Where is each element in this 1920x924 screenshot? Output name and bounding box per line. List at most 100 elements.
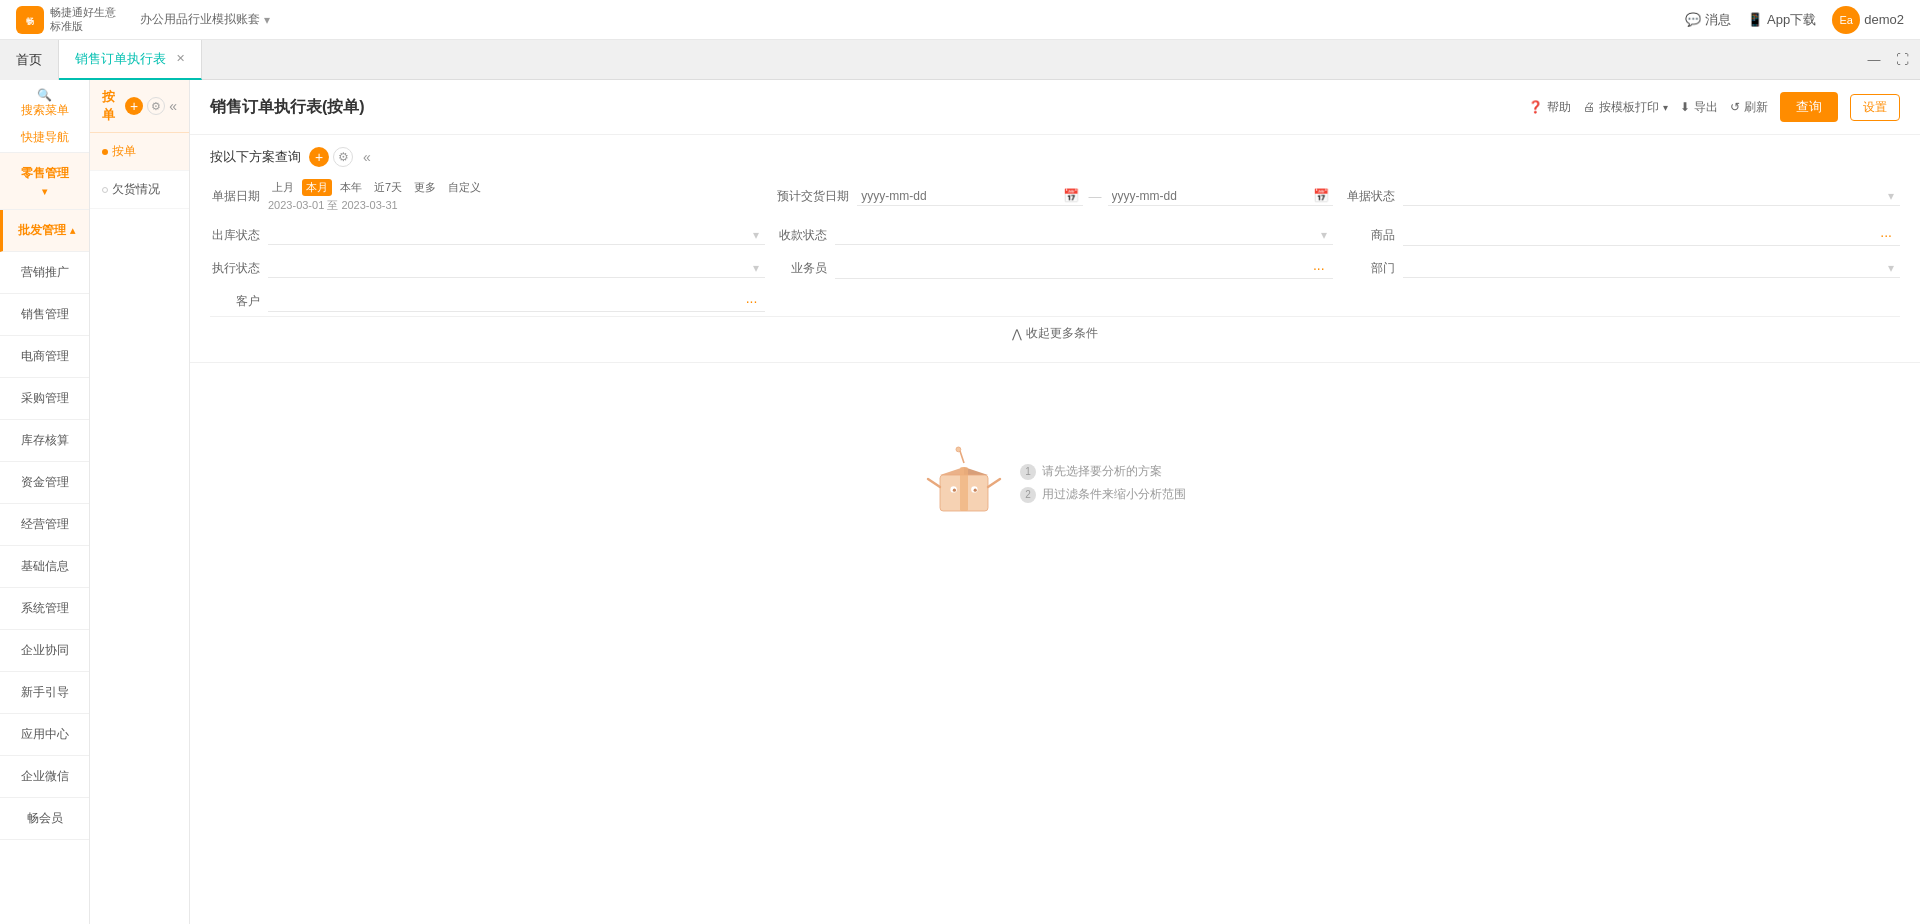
salesman-more-button[interactable]: ··· xyxy=(1309,260,1329,276)
help-label: 帮助 xyxy=(1547,99,1571,116)
tab-home[interactable]: 首页 xyxy=(0,40,59,80)
exec-status-label: 执行状态 xyxy=(210,260,260,277)
breadcrumb-arrow-icon: ▾ xyxy=(264,13,270,27)
filter-row-4: 客户 ··· xyxy=(210,291,1900,312)
date-btn-custom[interactable]: 自定义 xyxy=(444,179,485,196)
sidebar-item-wechat[interactable]: 企业微信 xyxy=(0,756,89,798)
page-content: 销售订单执行表(按单) ❓ 帮助 🖨 按模板打印 ▾ ⬇ 导出 xyxy=(190,80,1920,924)
page-title: 销售订单执行表(按单) xyxy=(210,97,365,118)
sub-sidebar-item-shortage[interactable]: 欠货情况 xyxy=(90,171,189,209)
filter-add-button[interactable]: + xyxy=(309,147,329,167)
dept-select[interactable]: ▾ xyxy=(1403,259,1900,278)
sub-sidebar-item-by-order[interactable]: 按单 xyxy=(90,133,189,171)
collection-status-label: 收款状态 xyxy=(777,227,827,244)
salesman-label: 业务员 xyxy=(777,260,827,277)
order-status-select[interactable]: ▾ xyxy=(1403,187,1900,206)
quick-nav-label: 快捷导航 xyxy=(21,130,69,144)
tab-sales-order[interactable]: 销售订单执行表 ✕ xyxy=(59,40,202,80)
delivery-status-select[interactable]: ▾ xyxy=(268,226,765,245)
breadcrumb-text: 办公用品行业模拟账套 xyxy=(140,11,260,28)
sidebar-apps-label: 应用中心 xyxy=(21,726,69,743)
page-actions: ❓ 帮助 🖨 按模板打印 ▾ ⬇ 导出 ↺ 刷新 xyxy=(1528,92,1900,122)
sidebar: 🔍 搜索菜单 快捷导航 零售管理 ▾ 批发管理 ▴ 营销推广 销售管理 电商管理… xyxy=(0,80,90,924)
sidebar-item-guide[interactable]: 新手引导 xyxy=(0,672,89,714)
app-download-button[interactable]: 📱 App下载 xyxy=(1747,11,1816,29)
date-from-icon[interactable]: 📅 xyxy=(1063,188,1079,203)
filter-settings-button[interactable]: ⚙ xyxy=(333,147,353,167)
export-button[interactable]: ⬇ 导出 xyxy=(1680,99,1718,116)
tab-close-icon[interactable]: ✕ xyxy=(176,52,185,65)
date-quick-buttons: 上月 本月 本年 近7天 更多 自定义 xyxy=(268,179,765,196)
collapse-button[interactable]: ⋀ 收起更多条件 xyxy=(1012,325,1098,342)
order-status-dropdown-icon: ▾ xyxy=(1888,189,1894,203)
date-btn-more[interactable]: 更多 xyxy=(410,179,440,196)
sidebar-item-operations[interactable]: 经营管理 xyxy=(0,504,89,546)
date-btn-last-7-days[interactable]: 近7天 xyxy=(370,179,406,196)
svg-rect-6 xyxy=(960,467,968,511)
sidebar-search[interactable]: 🔍 搜索菜单 xyxy=(0,80,89,123)
message-button[interactable]: 💬 消息 xyxy=(1685,11,1731,29)
date-btn-this-year[interactable]: 本年 xyxy=(336,179,366,196)
date-range-display: 2023-03-01 至 2023-03-31 xyxy=(268,198,765,213)
sidebar-item-purchase[interactable]: 采购管理 xyxy=(0,378,89,420)
sidebar-enterprise-label: 企业协同 xyxy=(21,642,69,659)
sub-sidebar-collapse-icon[interactable]: « xyxy=(169,98,177,114)
filter-collapse-button[interactable]: « xyxy=(357,147,377,167)
sidebar-item-enterprise[interactable]: 企业协同 xyxy=(0,630,89,672)
user-avatar-area[interactable]: Ea demo2 xyxy=(1832,6,1904,34)
print-button[interactable]: 🖨 按模板打印 ▾ xyxy=(1583,99,1668,116)
svg-text:畅: 畅 xyxy=(26,17,34,26)
dept-dropdown-icon: ▾ xyxy=(1888,261,1894,275)
date-to-input[interactable] xyxy=(1112,189,1313,203)
filter-salesman-field: 业务员 ··· xyxy=(777,258,1332,279)
breadcrumb[interactable]: 办公用品行业模拟账套 ▾ xyxy=(140,11,270,28)
logo-text: 畅捷通好生意 标准版 xyxy=(50,6,116,32)
sidebar-item-sales[interactable]: 销售管理 xyxy=(0,294,89,336)
sidebar-quick-nav[interactable]: 快捷导航 xyxy=(0,123,89,153)
help-icon: ❓ xyxy=(1528,100,1543,114)
date-from-input[interactable] xyxy=(861,189,1062,203)
exec-dropdown-icon: ▾ xyxy=(753,261,759,275)
setting-button[interactable]: 设置 xyxy=(1850,94,1900,121)
empty-tip-1-text: 请先选择要分析的方案 xyxy=(1042,463,1162,480)
sub-sidebar-add-icon[interactable]: + xyxy=(125,97,143,115)
refresh-icon: ↺ xyxy=(1730,100,1740,114)
filter-delivery-status-field: 出库状态 ▾ xyxy=(210,225,765,246)
sidebar-item-system[interactable]: 系统管理 xyxy=(0,588,89,630)
content-area: 销售订单执行表(按单) ❓ 帮助 🖨 按模板打印 ▾ ⬇ 导出 xyxy=(190,80,1920,924)
filter-collection-status-field: 收款状态 ▾ xyxy=(777,225,1332,246)
tab-minimize-button[interactable]: — xyxy=(1864,50,1884,70)
sidebar-item-inventory[interactable]: 库存核算 xyxy=(0,420,89,462)
date-btn-last-month[interactable]: 上月 xyxy=(268,179,298,196)
app-download-label: App下载 xyxy=(1767,11,1816,29)
page-header: 销售订单执行表(按单) ❓ 帮助 🖨 按模板打印 ▾ ⬇ 导出 xyxy=(190,80,1920,135)
product-more-button[interactable]: ··· xyxy=(1876,227,1896,243)
sidebar-wholesale-label: 批发管理 xyxy=(18,222,66,239)
sidebar-item-marketing[interactable]: 营销推广 xyxy=(0,252,89,294)
product-label: 商品 xyxy=(1345,227,1395,244)
date-to-icon[interactable]: 📅 xyxy=(1313,188,1329,203)
print-label: 按模板打印 xyxy=(1599,99,1659,116)
refresh-button[interactable]: ↺ 刷新 xyxy=(1730,99,1768,116)
date-btn-this-month[interactable]: 本月 xyxy=(302,179,332,196)
collapse-row: ⋀ 收起更多条件 xyxy=(210,316,1900,350)
exec-status-select[interactable]: ▾ xyxy=(268,259,765,278)
query-button[interactable]: 查询 xyxy=(1780,92,1838,122)
sidebar-item-retail[interactable]: 零售管理 ▾ xyxy=(0,153,89,210)
sidebar-item-basic[interactable]: 基础信息 xyxy=(0,546,89,588)
help-button[interactable]: ❓ 帮助 xyxy=(1528,99,1571,116)
collection-status-select[interactable]: ▾ xyxy=(835,226,1332,245)
empty-tip-1: 1 请先选择要分析的方案 xyxy=(1020,463,1186,480)
sidebar-item-finance[interactable]: 资金管理 xyxy=(0,462,89,504)
sidebar-item-apps[interactable]: 应用中心 xyxy=(0,714,89,756)
sub-sidebar-settings-icon[interactable]: ⚙ xyxy=(147,97,165,115)
sidebar-item-wholesale[interactable]: 批发管理 ▴ xyxy=(0,210,89,252)
customer-more-button[interactable]: ··· xyxy=(742,293,762,309)
sidebar-item-ecommerce[interactable]: 电商管理 xyxy=(0,336,89,378)
order-status-label: 单据状态 xyxy=(1345,188,1395,205)
sidebar-item-member[interactable]: 畅会员 xyxy=(0,798,89,840)
tab-maximize-button[interactable]: ⛶ xyxy=(1892,50,1912,70)
filter-dept-field: 部门 ▾ xyxy=(1345,258,1900,279)
sub-sidebar-by-order-label: 按单 xyxy=(112,143,136,160)
svg-line-13 xyxy=(928,479,940,487)
